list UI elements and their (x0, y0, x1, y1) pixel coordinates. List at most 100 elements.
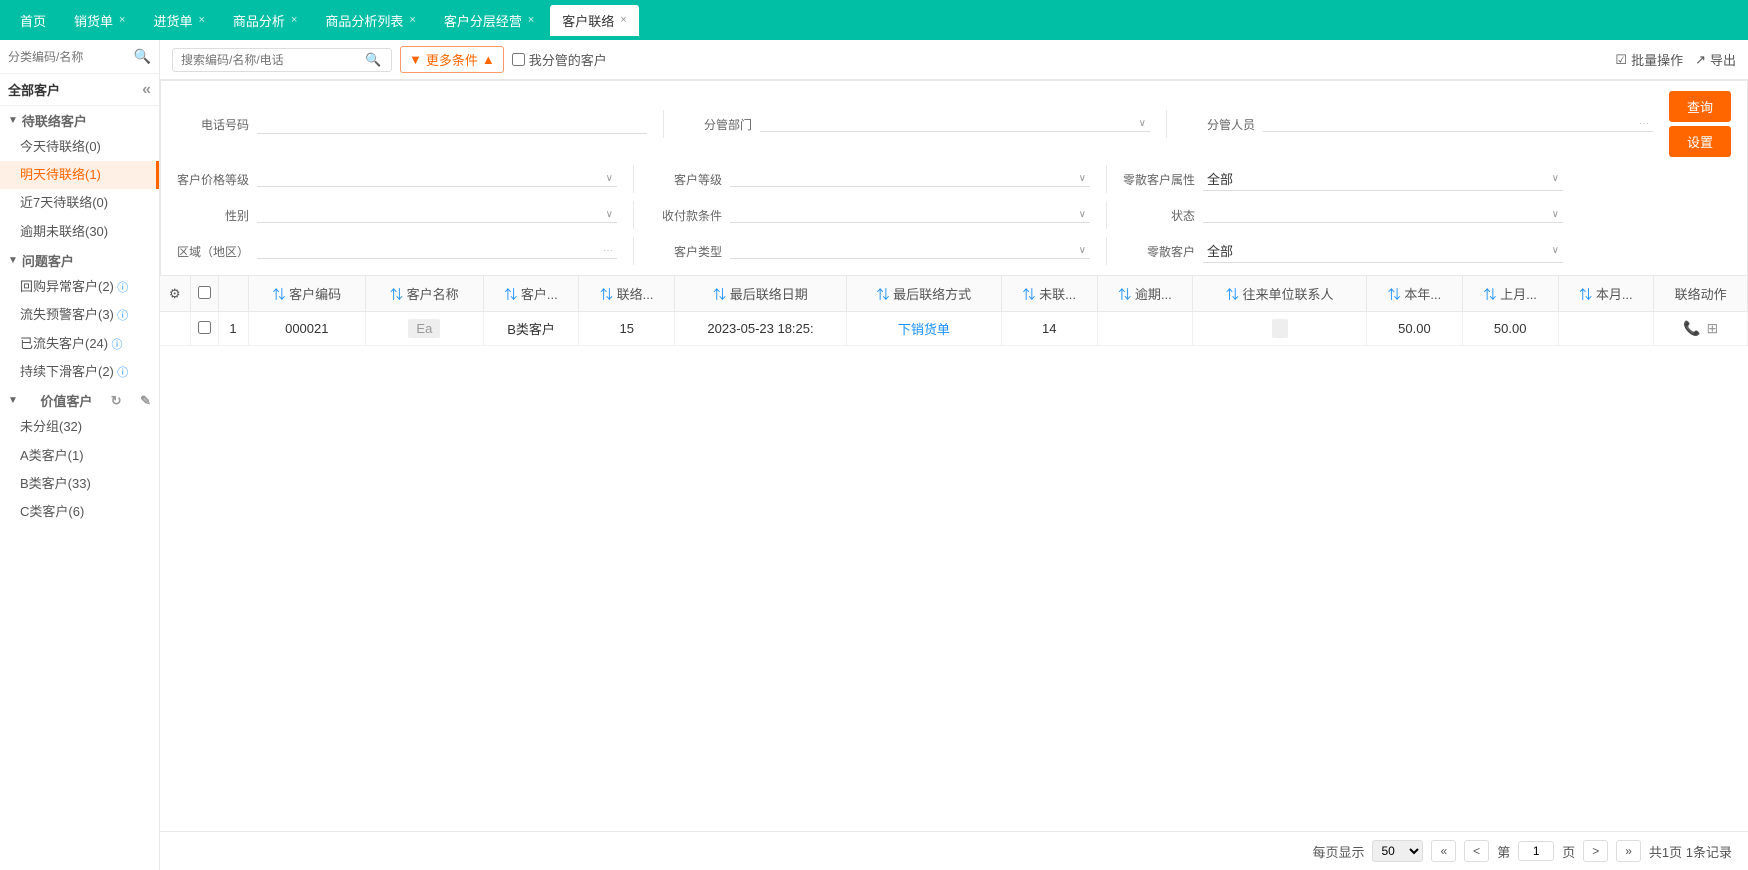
nav-sales[interactable]: 销货单 × (62, 5, 137, 36)
col-code[interactable]: ⇅ 客户编码 (248, 276, 366, 312)
col-this-year[interactable]: ⇅ 本年... (1367, 276, 1463, 312)
filter-dept-label: 分管部门 (680, 116, 760, 133)
filter-payment-select[interactable]: ∨ (730, 207, 1090, 223)
filter-divider-7 (633, 237, 634, 265)
cell-unit-contact (1193, 312, 1367, 346)
filter-dept-field: 分管部门 ∨ (680, 116, 1150, 133)
nav-customer-contact[interactable]: 客户联络 × (550, 5, 638, 36)
filter-status-select[interactable]: ∨ (1203, 207, 1563, 223)
my-customer-checkbox[interactable] (512, 53, 525, 66)
sidebar-item-classA[interactable]: A类客户(1) (0, 442, 159, 470)
col-category[interactable]: ⇅ 客户... (483, 276, 579, 312)
filter-customer-level-select[interactable]: ∨ (730, 171, 1090, 187)
query-button[interactable]: 查询 (1669, 91, 1731, 122)
col-not-contacted[interactable]: ⇅ 未联... (1001, 276, 1097, 312)
sidebar-search-input[interactable] (8, 50, 134, 64)
page-input[interactable] (1518, 841, 1554, 861)
main-search-input[interactable] (181, 53, 361, 67)
filter-person-select[interactable]: ··· (1263, 116, 1653, 132)
page-label: 第 (1497, 842, 1510, 861)
top-nav: 首页 销货单 × 进货单 × 商品分析 × 商品分析列表 × 客户分层经营 × … (0, 0, 1748, 40)
sort-icon-overdue: ⇅ (1118, 287, 1131, 302)
nav-purchase[interactable]: 进货单 × (141, 5, 216, 36)
first-page-button[interactable]: « (1431, 840, 1456, 862)
col-last-date[interactable]: ⇅ 最后联络日期 (675, 276, 847, 312)
close-analysis-icon[interactable]: × (291, 14, 297, 26)
table-row: 1 000021 Ea B类客户 15 2023-05-23 18:25: 下销… (160, 312, 1748, 346)
table-footer: 每页显示 50 100 « < 第 页 > » 共1页 1条记录 (160, 831, 1748, 870)
nav-home[interactable]: 首页 (8, 5, 58, 36)
per-page-select[interactable]: 50 100 (1372, 840, 1423, 862)
content-area: 🔍 ▼ 更多条件 ▲ 我分管的客户 ☑ 批量操作 ↗ 导出 (160, 40, 1748, 870)
filter-region-label: 区域（地区） (177, 243, 257, 260)
sort-icon-contacts: ⇅ (600, 287, 613, 302)
sidebar-item-ungrouped[interactable]: 未分组(32) (0, 413, 159, 441)
close-analysis-list-icon[interactable]: × (409, 14, 415, 26)
nav-analysis-list[interactable]: 商品分析列表 × (313, 5, 427, 36)
grid-action-icon[interactable]: ⊞ (1706, 320, 1718, 337)
sidebar-item-declining[interactable]: 持续下滑客户(2) ⓘ (0, 358, 159, 386)
col-contacts[interactable]: ⇅ 联络... (579, 276, 675, 312)
filter-price-level-select[interactable]: ∨ (257, 171, 617, 187)
my-customer-checkbox-container[interactable]: 我分管的客户 (512, 50, 607, 69)
collapse-all-icon[interactable]: « (142, 81, 151, 99)
col-name[interactable]: ⇅ 客户名称 (366, 276, 484, 312)
filter-divider-1 (663, 110, 664, 138)
col-unit-contact[interactable]: ⇅ 往来单位联系人 (1193, 276, 1367, 312)
filter-retail-customer-select[interactable]: 全部 ∨ (1203, 239, 1563, 263)
filter-dept-select[interactable]: ∨ (760, 116, 1150, 132)
toolbar-right: ☑ 批量操作 ↗ 导出 (1615, 50, 1736, 69)
cell-num: 1 (218, 312, 248, 346)
col-this-month[interactable]: ⇅ 本月... (1558, 276, 1654, 312)
sidebar-search-icon[interactable]: 🔍 (134, 48, 151, 65)
export-button[interactable]: ↗ 导出 (1695, 50, 1736, 69)
filter-retail-attr-select[interactable]: 全部 ∨ (1203, 167, 1563, 191)
dept-chevron-icon: ∨ (1139, 118, 1146, 129)
main-search-icon[interactable]: 🔍 (365, 52, 381, 68)
cell-code: 000021 (248, 312, 366, 346)
sidebar-item-today[interactable]: 今天待联络(0) (0, 133, 159, 161)
close-sales-icon[interactable]: × (119, 14, 125, 26)
filter-gender-select[interactable]: ∨ (257, 207, 617, 223)
value-refresh-icon[interactable]: ↻ (111, 393, 122, 409)
sidebar-item-classC[interactable]: C类客户(6) (0, 498, 159, 526)
nav-customer-tier[interactable]: 客户分层经营 × (432, 5, 546, 36)
nav-analysis[interactable]: 商品分析 × (221, 5, 309, 36)
filter-customer-type-select[interactable]: ∨ (730, 243, 1090, 259)
more-filter-button[interactable]: ▼ 更多条件 ▲ (400, 46, 504, 73)
close-customer-tier-icon[interactable]: × (528, 14, 534, 26)
last-page-button[interactable]: » (1616, 840, 1641, 862)
next-page-button[interactable]: > (1583, 840, 1608, 862)
col-overdue[interactable]: ⇅ 逾期... (1097, 276, 1193, 312)
sidebar-item-repurchase[interactable]: 回购异常客户(2) ⓘ (0, 273, 159, 301)
sidebar-item-lost[interactable]: 流失预警客户(3) ⓘ (0, 301, 159, 329)
sidebar-all-customers[interactable]: 全部客户 « (0, 74, 159, 106)
sidebar-group-value: 价值客户 ↻ ✎ (0, 386, 159, 413)
cell-checkbox[interactable] (190, 312, 218, 346)
close-customer-contact-icon[interactable]: × (620, 14, 626, 26)
close-purchase-icon[interactable]: × (198, 14, 204, 26)
sidebar-item-tomorrow[interactable]: 明天待联络(1) (0, 161, 159, 189)
prev-page-button[interactable]: < (1464, 840, 1489, 862)
batch-op-button[interactable]: ☑ 批量操作 (1615, 50, 1683, 69)
col-last-method[interactable]: ⇅ 最后联络方式 (846, 276, 1001, 312)
col-last-month[interactable]: ⇅ 上月... (1462, 276, 1558, 312)
filter-customer-level-field: 客户等级 ∨ (650, 171, 1090, 188)
filter-region-select[interactable]: ··· (257, 243, 617, 259)
col-gear[interactable]: ⚙ (160, 276, 190, 312)
sidebar-item-churned[interactable]: 已流失客户(24) ⓘ (0, 330, 159, 358)
sidebar-item-overdue[interactable]: 逾期未联络(30) (0, 218, 159, 246)
sidebar-item-week7[interactable]: 近7天待联络(0) (0, 189, 159, 217)
row-checkbox[interactable] (198, 321, 211, 334)
filter-phone-input[interactable] (257, 115, 647, 134)
phone-action-icon[interactable]: 📞 (1683, 320, 1700, 337)
setting-button[interactable]: 设置 (1669, 126, 1731, 157)
select-all-checkbox[interactable] (198, 286, 211, 299)
filter-status-label: 状态 (1123, 207, 1203, 224)
cell-gear (160, 312, 190, 346)
value-edit-icon[interactable]: ✎ (140, 393, 151, 409)
last-method-link[interactable]: 下销货单 (898, 322, 950, 337)
cell-last-month: 50.00 (1462, 312, 1558, 346)
sidebar-item-classB[interactable]: B类客户(33) (0, 470, 159, 498)
action-icons: 📞 ⊞ (1660, 320, 1741, 337)
